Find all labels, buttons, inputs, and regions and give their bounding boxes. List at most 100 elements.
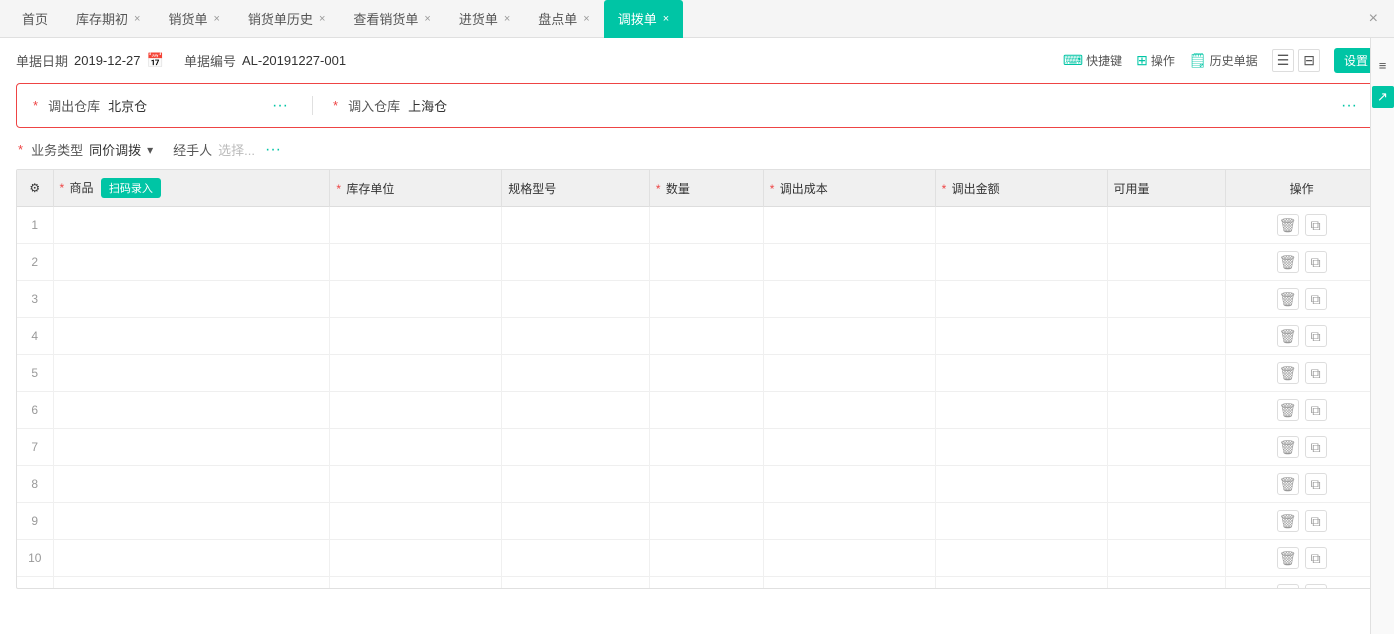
row-1-amount[interactable] (935, 207, 1107, 244)
row-1-delete-btn[interactable]: 🗑 (1277, 214, 1299, 236)
row-6-copy-btn[interactable]: ⧉ (1305, 399, 1327, 421)
row-5-amount[interactable] (935, 355, 1107, 392)
row-5-spec[interactable] (502, 355, 650, 392)
gear-icon[interactable]: ⚙ (29, 181, 40, 195)
row-9-cost[interactable] (763, 503, 935, 540)
shortcuts-button[interactable]: ⌨ 快捷键 (1063, 52, 1122, 69)
row-5-product[interactable] (53, 355, 330, 392)
row-10-spec[interactable] (502, 540, 650, 577)
row-2-amount[interactable] (935, 244, 1107, 281)
row-9-delete-btn[interactable]: 🗑 (1277, 510, 1299, 532)
row-3-delete-btn[interactable]: 🗑 (1277, 288, 1299, 310)
row-9-amount[interactable] (935, 503, 1107, 540)
row-10-delete-btn[interactable]: 🗑 (1277, 547, 1299, 569)
row-4-product[interactable] (53, 318, 330, 355)
row-4-copy-btn[interactable]: ⧉ (1305, 325, 1327, 347)
layout-grid-icon[interactable]: ⊟ (1298, 49, 1320, 72)
tab-sales-order[interactable]: 销货单 × (154, 0, 233, 38)
row-6-delete-btn[interactable]: 🗑 (1277, 399, 1299, 421)
row-8-product[interactable] (53, 466, 330, 503)
row-3-cost[interactable] (763, 281, 935, 318)
tab-transfer[interactable]: 调拨单 × (604, 0, 683, 38)
row-8-amount[interactable] (935, 466, 1107, 503)
row-9-available[interactable] (1107, 503, 1226, 540)
row-1-copy-btn[interactable]: ⧉ (1305, 214, 1327, 236)
row-2-copy-btn[interactable]: ⧉ (1305, 251, 1327, 273)
row-3-amount[interactable] (935, 281, 1107, 318)
row-1-product[interactable] (53, 207, 330, 244)
row-1-available[interactable] (1107, 207, 1226, 244)
handler-more-btn[interactable]: ··· (261, 141, 285, 159)
tab-sales-history[interactable]: 销货单历史 × (234, 0, 339, 38)
row-3-available[interactable] (1107, 281, 1226, 318)
operations-button[interactable]: ⊞ 操作 (1136, 52, 1175, 69)
row-2-cost[interactable] (763, 244, 935, 281)
row-8-spec[interactable] (502, 466, 650, 503)
tab-home[interactable]: 首页 (8, 0, 62, 38)
tab-inventory-close[interactable]: × (583, 13, 589, 25)
handler-select[interactable]: 选择... (218, 140, 255, 159)
tab-view-sales[interactable]: 查看销货单 × (339, 0, 444, 38)
row-2-product[interactable] (53, 244, 330, 281)
row-6-qty[interactable] (649, 392, 763, 429)
source-warehouse-more-btn[interactable]: ··· (268, 97, 292, 115)
row-5-qty[interactable] (649, 355, 763, 392)
tab-inventory-init[interactable]: 库存期初 × (62, 0, 154, 38)
row-4-unit[interactable] (330, 318, 502, 355)
row-9-unit[interactable] (330, 503, 502, 540)
row-6-product[interactable] (53, 392, 330, 429)
row-5-unit[interactable] (330, 355, 502, 392)
row-7-delete-btn[interactable]: 🗑 (1277, 436, 1299, 458)
row-7-amount[interactable] (935, 429, 1107, 466)
row-11-delete-btn[interactable]: 🗑 (1277, 584, 1299, 589)
tab-sales-history-close[interactable]: × (319, 13, 325, 25)
row-9-product[interactable] (53, 503, 330, 540)
row-6-spec[interactable] (502, 392, 650, 429)
row-8-cost[interactable] (763, 466, 935, 503)
sidebar-export-icon[interactable]: ↗ (1372, 86, 1394, 108)
row-11-copy-btn[interactable]: ⧉ (1305, 584, 1327, 589)
row-8-copy-btn[interactable]: ⧉ (1305, 473, 1327, 495)
row-10-unit[interactable] (330, 540, 502, 577)
row-1-qty[interactable] (649, 207, 763, 244)
sidebar-list-icon[interactable]: ≡ (1372, 54, 1394, 76)
row-3-spec[interactable] (502, 281, 650, 318)
row-7-unit[interactable] (330, 429, 502, 466)
row-3-unit[interactable] (330, 281, 502, 318)
row-9-spec[interactable] (502, 503, 650, 540)
tab-inventory[interactable]: 盘点单 × (524, 0, 603, 38)
tab-sales-order-close[interactable]: × (213, 13, 219, 25)
history-button[interactable]: 🗒 历史单据 (1189, 52, 1258, 69)
row-6-unit[interactable] (330, 392, 502, 429)
layout-list-icon[interactable]: ☰ (1272, 49, 1295, 72)
row-7-spec[interactable] (502, 429, 650, 466)
row-2-delete-btn[interactable]: 🗑 (1277, 251, 1299, 273)
close-all-tabs-button[interactable]: × (1361, 10, 1386, 28)
row-11-qty[interactable] (649, 577, 763, 590)
row-6-available[interactable] (1107, 392, 1226, 429)
row-2-qty[interactable] (649, 244, 763, 281)
tab-purchase-close[interactable]: × (504, 13, 510, 25)
tab-transfer-close[interactable]: × (663, 13, 669, 25)
row-11-unit[interactable] (330, 577, 502, 590)
row-9-qty[interactable] (649, 503, 763, 540)
row-10-product[interactable] (53, 540, 330, 577)
row-10-amount[interactable] (935, 540, 1107, 577)
row-9-copy-btn[interactable]: ⧉ (1305, 510, 1327, 532)
row-3-qty[interactable] (649, 281, 763, 318)
row-2-unit[interactable] (330, 244, 502, 281)
tab-view-sales-close[interactable]: × (424, 13, 430, 25)
row-6-amount[interactable] (935, 392, 1107, 429)
row-8-delete-btn[interactable]: 🗑 (1277, 473, 1299, 495)
row-2-available[interactable] (1107, 244, 1226, 281)
row-11-spec[interactable] (502, 577, 650, 590)
row-4-available[interactable] (1107, 318, 1226, 355)
row-5-available[interactable] (1107, 355, 1226, 392)
business-type-select[interactable]: 同价调拨 ▾ (89, 140, 153, 159)
tab-purchase[interactable]: 进货单 × (445, 0, 524, 38)
row-10-available[interactable] (1107, 540, 1226, 577)
row-6-cost[interactable] (763, 392, 935, 429)
row-4-amount[interactable] (935, 318, 1107, 355)
row-3-copy-btn[interactable]: ⧉ (1305, 288, 1327, 310)
row-4-cost[interactable] (763, 318, 935, 355)
